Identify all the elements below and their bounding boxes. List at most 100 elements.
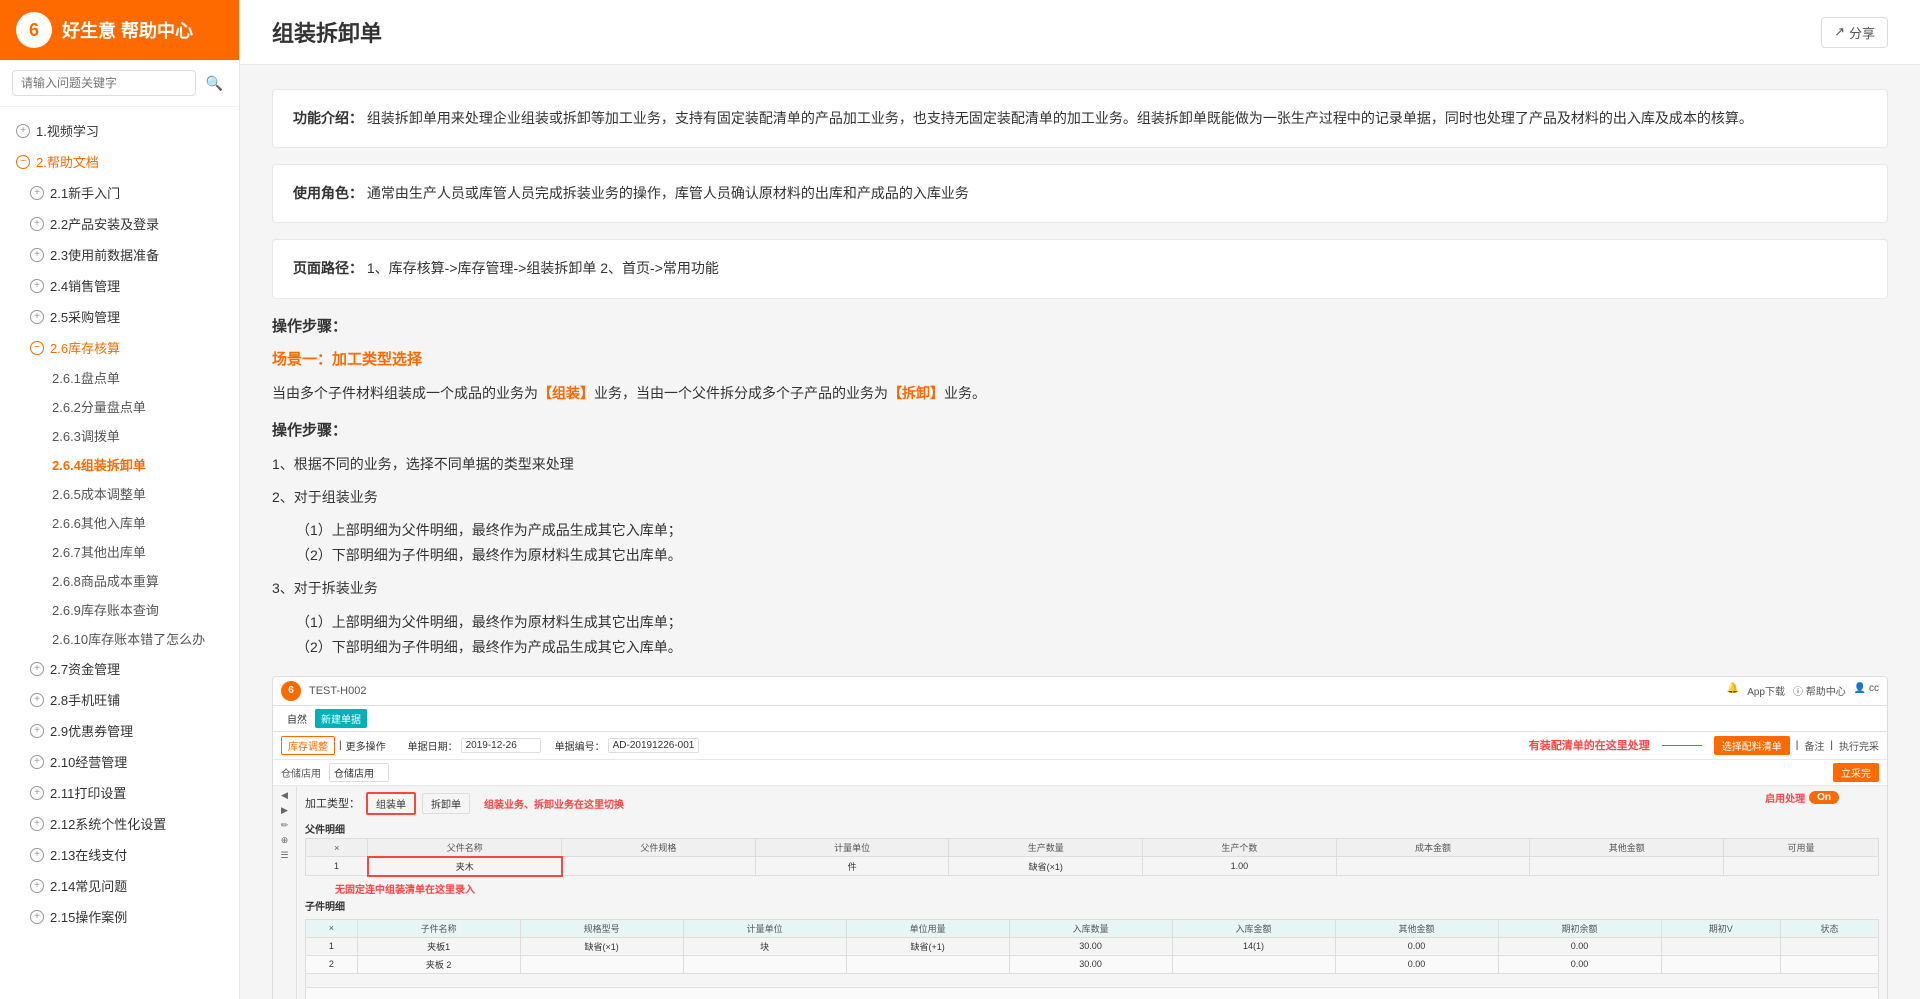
- sidebar-item-2-6-3[interactable]: 2.6.3调拨单: [0, 421, 239, 450]
- mock-screen: 6 TEST-H002 🔔 App下载 ⓘ 帮助中心 👤 cc: [273, 677, 1887, 999]
- mock-upper-table: × 父件名称 父件规格 计量单位 生产数量 生产个数 成本金额 其他金额 可用量: [305, 838, 1879, 877]
- nav-2-6-items: 2.6.1盘点单 2.6.2分量盘点单 2.6.3调拨单 2.6.4组装拆卸单 …: [0, 363, 239, 653]
- sidebar-item-2-6-9[interactable]: 2.6.9库存账本查询: [0, 595, 239, 624]
- th-avail: 可用量: [1724, 838, 1879, 857]
- search-button[interactable]: 🔍: [202, 73, 227, 94]
- sidebar-item-2-7[interactable]: + 2.7资金管理: [0, 653, 239, 684]
- td-prod-qty-1: 缺省(×1): [949, 857, 1143, 876]
- sidebar-item-2-6[interactable]: − 2.6库存核算: [0, 332, 239, 363]
- role-text: 通常由生产人员或库管人员完成拆装业务的操作，库管人员确认原材料的出库和产成品的入…: [367, 185, 969, 201]
- sidebar-item-docs[interactable]: − 2.帮助文档: [0, 146, 239, 177]
- th-prod-qty: 生产数量: [949, 838, 1143, 857]
- td-l-2-del[interactable]: 2: [306, 955, 358, 973]
- mock-icon-help: ⓘ 帮助中心: [1793, 683, 1846, 698]
- annotation-text-3: 启用处理: [1765, 790, 1805, 805]
- plus-icon-2-13: +: [30, 848, 44, 862]
- th-prod-cnt: 生产个数: [1143, 838, 1337, 857]
- nav-label-2-9: 2.9优惠券管理: [50, 721, 133, 740]
- sidebar-item-2-6-2[interactable]: 2.6.2分量盘点单: [0, 392, 239, 421]
- sidebar-item-2-6-6[interactable]: 2.6.6其他入库单: [0, 508, 239, 537]
- sidebar-item-2-6-4[interactable]: 2.6.4组装拆卸单: [0, 450, 239, 479]
- search-input[interactable]: [12, 70, 196, 96]
- sidebar-nav: + 1.视频学习 − 2.帮助文档 + 2.1新手入门 + 2.2产品安装及登录: [0, 107, 239, 999]
- mock-icon-2: ▶: [281, 805, 288, 816]
- sidebar-item-2-3[interactable]: + 2.3使用前数据准备: [0, 239, 239, 270]
- mock-toolbar-left: 库存调整 | 更多操作: [281, 736, 386, 755]
- sidebar-item-2-4[interactable]: + 2.4销售管理: [0, 270, 239, 301]
- sidebar-item-2-5[interactable]: + 2.5采购管理: [0, 301, 239, 332]
- sidebar-item-videos[interactable]: + 1.视频学习: [0, 115, 239, 146]
- main-area: 组装拆卸单 ↗ 分享 功能介绍： 组装拆卸单用来处理企业组装或拆卸等加工业务，支…: [240, 0, 1920, 999]
- mock-tab-new-order[interactable]: 新建单据: [315, 709, 367, 728]
- mock-btn-bom[interactable]: 选择配料清单: [1714, 736, 1790, 755]
- sidebar-item-2-6-1[interactable]: 2.6.1盘点单: [0, 363, 239, 392]
- th-l-spec: 规格型号: [520, 919, 683, 937]
- mock-type-row: 加工类型： 组装单 拆卸单 组装业务、拆卸业务在这里切换: [305, 792, 1879, 815]
- on-toggle[interactable]: On: [1809, 791, 1839, 804]
- step2: 2、对于组装业务: [272, 485, 1888, 510]
- step1: 1、根据不同的业务，选择不同单据的类型来处理: [272, 452, 1888, 477]
- sidebar-item-2-12[interactable]: + 2.12系统个性化设置: [0, 808, 239, 839]
- sidebar-item-2-15[interactable]: + 2.15操作案例: [0, 901, 239, 932]
- th-other-amt: 其他金额: [1530, 838, 1724, 857]
- highlight-disassemble: 【拆卸】: [888, 385, 944, 401]
- mock-type-disassemble[interactable]: 拆卸单: [422, 793, 470, 814]
- step3: 3、对于拆装业务: [272, 576, 1888, 601]
- nav-label-2-1: 2.1新手入门: [50, 183, 120, 202]
- th-l-inamt: 入库金额: [1172, 919, 1335, 937]
- nav-section-1: + 1.视频学习: [0, 115, 239, 146]
- th-l-del: ×: [306, 919, 358, 937]
- sidebar-item-2-6-5[interactable]: 2.6.5成本调整单: [0, 479, 239, 508]
- app-title: 好生意 帮助中心: [62, 17, 193, 43]
- mock-main-content: 加工类型： 组装单 拆卸单 组装业务、拆卸业务在这里切换 启用处理 On: [297, 786, 1887, 999]
- td-l-1-other: 0.00: [1335, 937, 1498, 955]
- plus-icon-2-5: +: [30, 310, 44, 324]
- td-l-1-inqty: 30.00: [1009, 937, 1172, 955]
- intro-text: 组装拆卸单用来处理企业组装或拆卸等加工业务，支持有固定装配清单的产品加工业务，也…: [367, 110, 1753, 126]
- nav-label-2-3: 2.3使用前数据准备: [50, 245, 159, 264]
- nav-label-2-8: 2.8手机旺铺: [50, 690, 120, 709]
- td-other-amt-1: [1530, 857, 1724, 876]
- mock-type-assemble[interactable]: 组装单: [366, 792, 416, 815]
- sidebar-item-2-11[interactable]: + 2.11打印设置: [0, 777, 239, 808]
- sidebar-item-2-6-8[interactable]: 2.6.8商品成本重算: [0, 566, 239, 595]
- th-l-init-amt: 期初余额: [1498, 919, 1661, 937]
- plus-icon-2-14: +: [30, 879, 44, 893]
- sidebar-item-2-1[interactable]: + 2.1新手入门: [0, 177, 239, 208]
- path-label: 页面路径：: [293, 260, 363, 276]
- plus-icon-2-12: +: [30, 817, 44, 831]
- td-parent-name-1: 夹木: [368, 857, 562, 876]
- td-l-2-status: [1781, 955, 1879, 973]
- sidebar-item-2-8[interactable]: + 2.8手机旺铺: [0, 684, 239, 715]
- plus-icon-2-4: +: [30, 279, 44, 293]
- sidebar-item-2-6-7[interactable]: 2.6.7其他出库单: [0, 537, 239, 566]
- mock-btn-execute[interactable]: 执行完采: [1839, 738, 1879, 753]
- sidebar-item-2-10[interactable]: + 2.10经营管理: [0, 746, 239, 777]
- sidebar-item-2-6-10[interactable]: 2.6.10库存账本错了怎么办: [0, 624, 239, 653]
- step3-sub2: （2）下部明细为子件明细，最终作为产成品生成其它入库单。: [296, 635, 1888, 660]
- sidebar-item-2-2[interactable]: + 2.2产品安装及登录: [0, 208, 239, 239]
- table-row: 1 夹木 件 缺省(×1) 1.00: [306, 857, 1879, 876]
- sidebar-item-2-9[interactable]: + 2.9优惠券管理: [0, 715, 239, 746]
- th-del: ×: [306, 838, 368, 857]
- share-button[interactable]: ↗ 分享: [1821, 17, 1888, 48]
- nav-section-2: − 2.帮助文档 + 2.1新手入门 + 2.2产品安装及登录 + 2.3使用前…: [0, 146, 239, 932]
- td-l-1-name: 夹板1: [357, 937, 520, 955]
- td-l-2-inamt: [1172, 955, 1335, 973]
- mock-tab-natural[interactable]: 自然: [281, 709, 313, 728]
- table-row: [306, 973, 1879, 987]
- sidebar-item-2-14[interactable]: + 2.14常见问题: [0, 870, 239, 901]
- annotation-3-container: 启用处理 On: [1765, 790, 1839, 805]
- th-l-name: 子件名称: [357, 919, 520, 937]
- td-cost-amt-1: [1336, 857, 1530, 876]
- td-avail-1: [1724, 857, 1879, 876]
- td-l-1-del[interactable]: 1: [306, 937, 358, 955]
- nav-label-2-4: 2.4销售管理: [50, 276, 120, 295]
- mock-btn-note[interactable]: 备注: [1804, 738, 1824, 753]
- app-logo: 6: [16, 12, 52, 48]
- mock-btn-submit[interactable]: 立采完: [1833, 763, 1879, 782]
- minus-icon-2-6: −: [30, 341, 44, 355]
- sidebar-item-2-13[interactable]: + 2.13在线支付: [0, 839, 239, 870]
- plus-icon-2-15: +: [30, 910, 44, 924]
- td-del-1[interactable]: 1: [306, 857, 368, 876]
